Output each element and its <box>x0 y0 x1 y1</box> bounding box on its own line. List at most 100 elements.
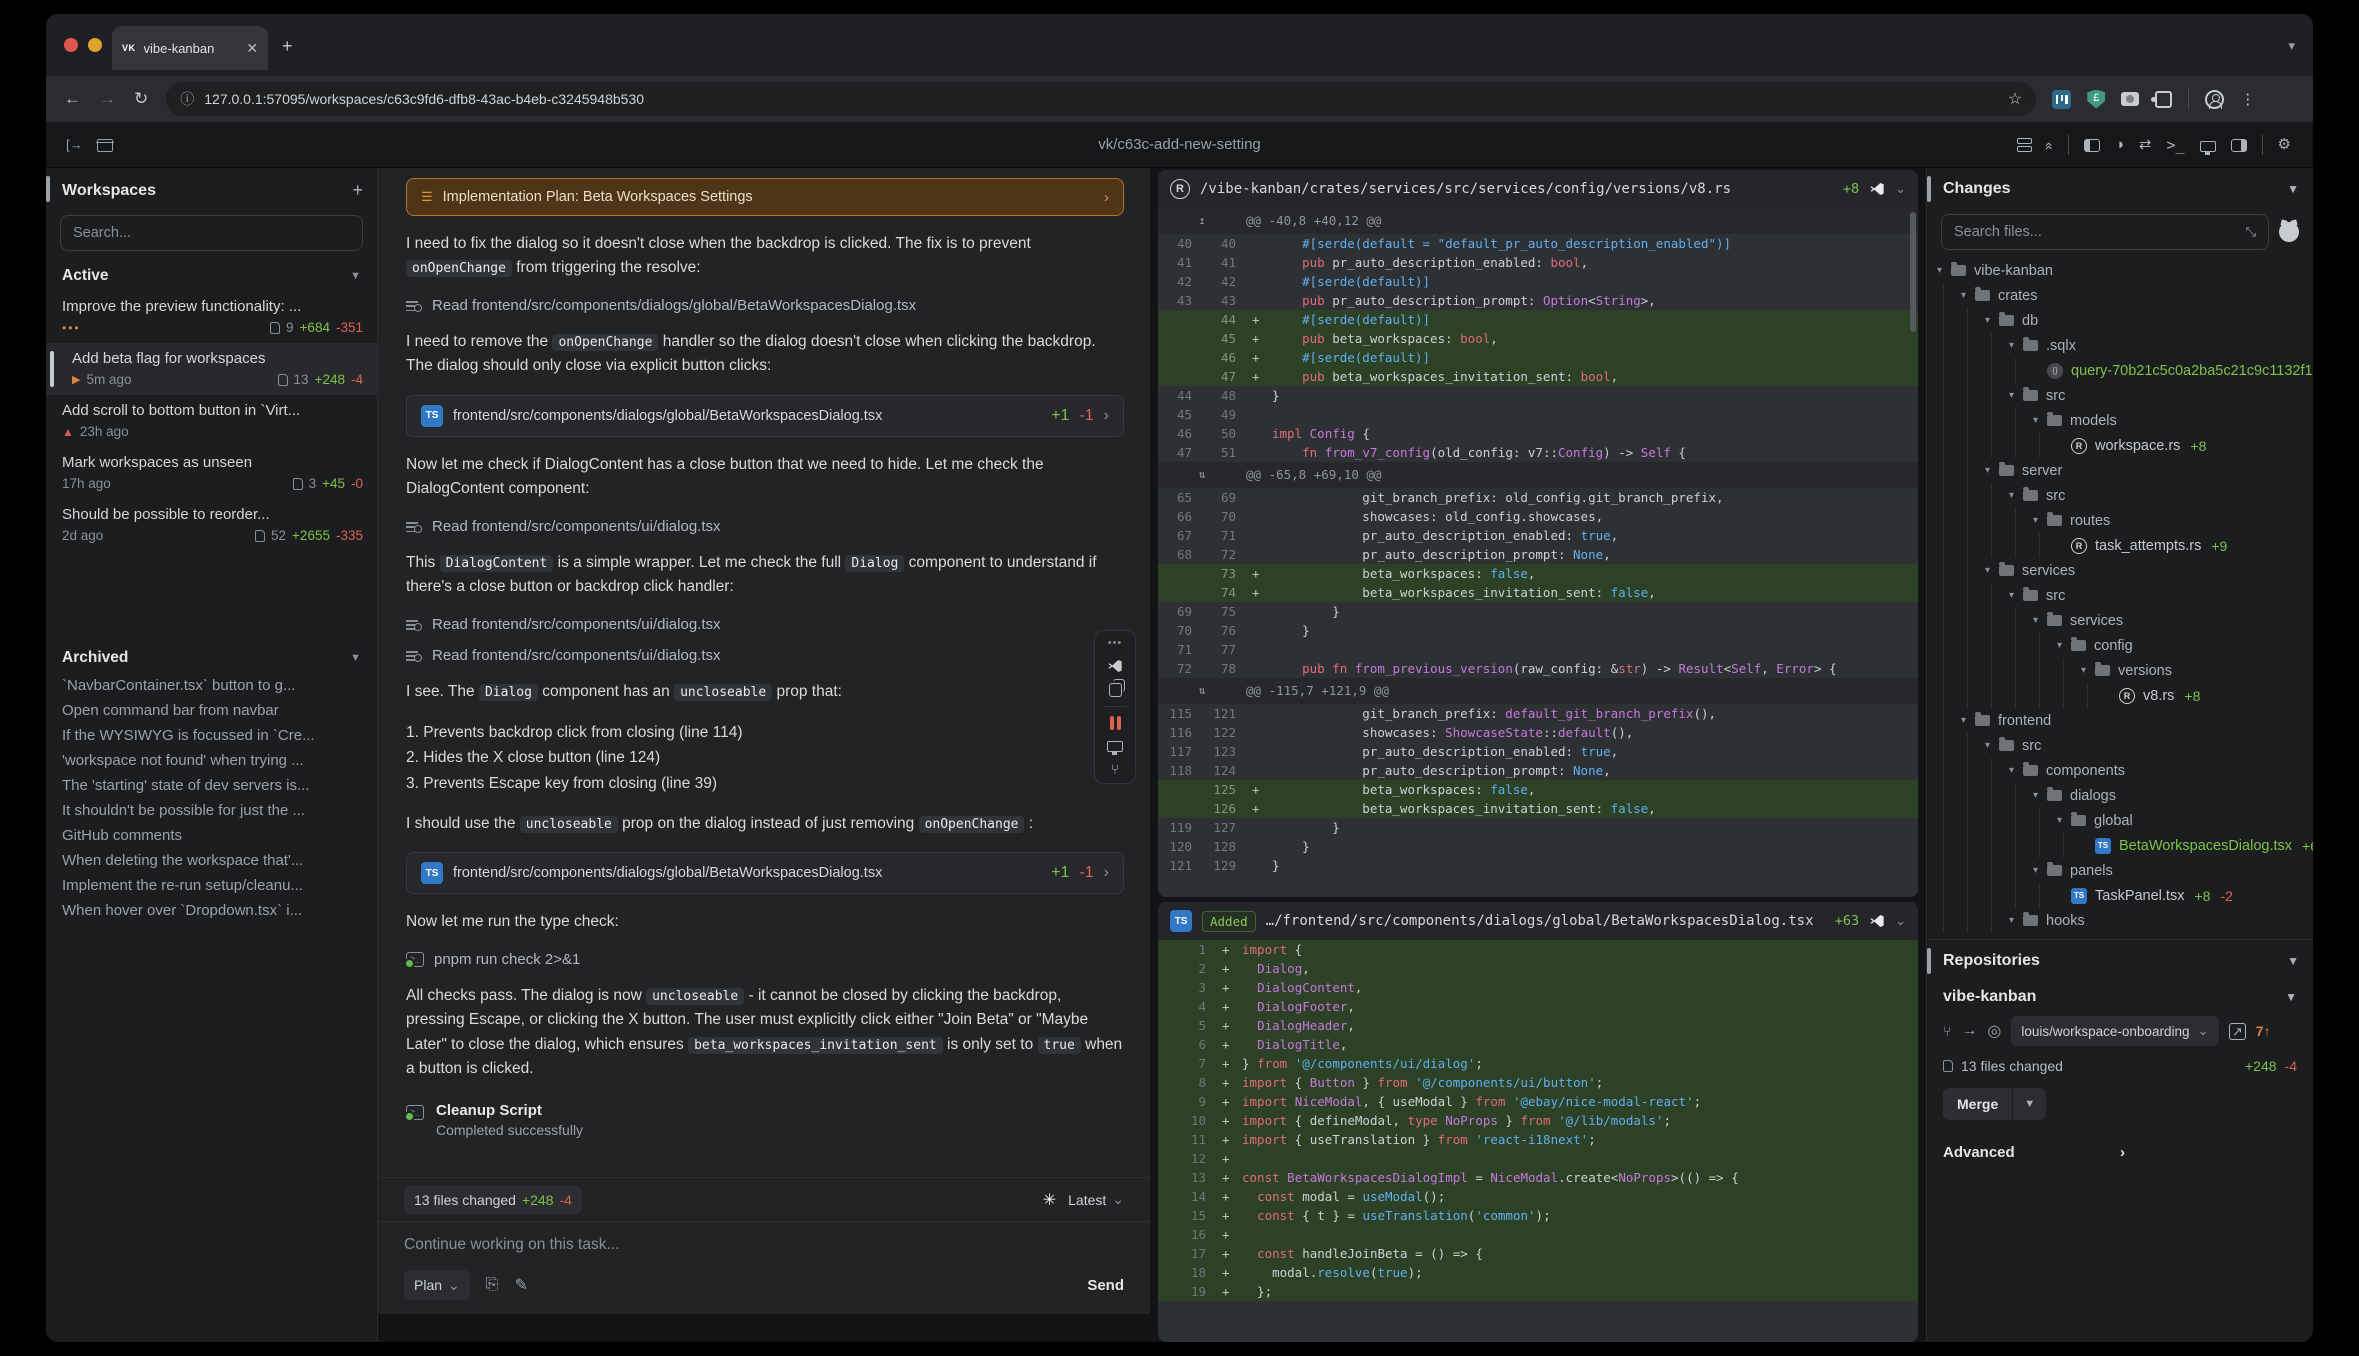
monitor-icon[interactable] <box>1107 741 1123 755</box>
forward-icon[interactable]: → <box>99 89 116 109</box>
archived-workspace-item[interactable]: The 'starting' state of dev servers is..… <box>46 773 377 798</box>
extensions-puzzle-icon[interactable] <box>2151 90 2173 108</box>
tree-folder-row[interactable]: ▾ global <box>1927 808 2313 833</box>
tree-folder-row[interactable]: ▾ models <box>1927 408 2313 433</box>
active-section-header[interactable]: Active ▼ <box>46 261 377 291</box>
left-panel-toggle-icon[interactable] <box>2083 138 2100 152</box>
tree-folder-row[interactable]: ▾ panels <box>1927 858 2313 883</box>
bookmark-star-icon[interactable]: ☆ <box>2008 89 2022 109</box>
edited-file-chip[interactable]: TS frontend/src/components/dialogs/global… <box>406 394 1124 437</box>
swap-panels-icon[interactable]: ⇄ <box>2139 134 2152 156</box>
tree-folder-row[interactable]: ▾ server <box>1927 458 2313 483</box>
workspace-list-item[interactable]: Improve the preview functionality: ... ••… <box>46 291 377 343</box>
shield-extension-icon[interactable]: £ <box>2087 89 2106 109</box>
chevron-down-icon[interactable]: ▼ <box>2287 954 2299 968</box>
tree-folder-row[interactable]: ▾ src <box>1927 583 2313 608</box>
theme-icon[interactable]: ◑ <box>2115 134 2124 156</box>
url-bar[interactable]: ⓘ 127.0.0.1:57095/workspaces/c63c9fd6-df… <box>166 82 2037 116</box>
open-external-icon[interactable]: ↗ <box>2228 1022 2246 1040</box>
profile-avatar-icon[interactable] <box>2205 89 2225 109</box>
mode-dropdown[interactable]: Plan ⌄ <box>404 1270 470 1300</box>
vscode-icon[interactable] <box>1107 658 1123 674</box>
tree-folder-row[interactable]: ▾ routes <box>1927 508 2313 533</box>
files-changed-chip[interactable]: 13 files changed +248 -4 <box>404 1185 582 1214</box>
branch-dropdown[interactable]: louis/workspace-onboarding ⌄ <box>2011 1016 2219 1046</box>
archived-workspace-item[interactable]: `NavbarContainer.tsx` button to g... <box>46 673 377 698</box>
tree-folder-row[interactable]: ▾ .sqlx <box>1927 333 2313 358</box>
tree-folder-row[interactable]: ▾ db <box>1927 308 2313 333</box>
tool-call-row[interactable]: >_ pnpm run check 2>&1 <box>404 951 1124 969</box>
workspace-list-item[interactable]: Add beta flag for workspaces ▶ 5m ago 13 +24… <box>46 343 377 395</box>
settings-gear-icon[interactable]: ⚙ <box>2278 134 2291 156</box>
collapse-chevron-icon[interactable]: ⌄ <box>1895 913 1906 929</box>
message-input[interactable]: Continue working on this task... <box>378 1221 1150 1258</box>
workspace-list-item[interactable]: Should be possible to reorder... 2d ago 52… <box>46 499 377 551</box>
diff-header[interactable]: TS Added …/frontend/src/components/dialo… <box>1158 902 1918 940</box>
spark-icon[interactable]: ✳ <box>1043 1190 1056 1210</box>
tree-folder-row[interactable]: ▾ src <box>1927 383 2313 408</box>
archived-section-header[interactable]: Archived ▼ <box>46 643 377 673</box>
open-in-vscode-icon[interactable] <box>1869 913 1885 929</box>
browser-menu-icon[interactable]: ⋮ <box>2240 90 2256 108</box>
target-icon[interactable]: ◎ <box>1987 1021 2001 1041</box>
tool-call-row[interactable]: Read frontend/src/components/ui/dialog.t… <box>406 616 1124 633</box>
tab-close-icon[interactable]: ✕ <box>246 40 258 57</box>
tree-folder-row[interactable]: ▾ versions <box>1927 658 2313 683</box>
tree-file-row[interactable]: TS TaskPanel.tsx +8 -2 <box>1927 883 2313 908</box>
right-panel-toggle-icon[interactable] <box>2230 138 2247 152</box>
archived-workspace-item[interactable]: Implement the re-run setup/cleanu... <box>46 873 377 898</box>
archived-workspace-item[interactable]: It shouldn't be possible for just the ..… <box>46 798 377 823</box>
archived-workspace-item[interactable]: If the WYSIWYG is focussed in `Cre... <box>46 723 377 748</box>
tree-folder-row[interactable]: ▾ src <box>1927 733 2313 758</box>
tool-call-row[interactable]: Read frontend/src/components/dialogs/glo… <box>406 297 1124 314</box>
archived-workspace-item[interactable]: 'workspace not found' when trying ... <box>46 748 377 773</box>
workspace-list-item[interactable]: Mark workspaces as unseen 17h ago 3 +45 -0 <box>46 447 377 499</box>
terminal-icon[interactable]: >_ <box>2166 134 2184 156</box>
hunk-header-row[interactable]: ⇅ @@ -65,8 +69,10 @@ <box>1158 462 1918 488</box>
workspace-search-input[interactable]: Search... <box>60 215 363 251</box>
screenshot-extension-icon[interactable] <box>2121 92 2140 106</box>
tree-folder-row[interactable]: ▾ src <box>1927 483 2313 508</box>
github-icon[interactable] <box>2279 222 2299 242</box>
tool-call-row[interactable]: Read frontend/src/components/ui/dialog.t… <box>406 647 1124 664</box>
kanban-extension-icon[interactable] <box>2052 89 2072 109</box>
conversation-scroll[interactable]: ☰ Implementation Plan: Beta Workspaces Se… <box>378 168 1150 1177</box>
tree-file-row[interactable]: Rworkspace.rs +8 <box>1927 433 2313 458</box>
tree-folder-row[interactable]: ▾ config <box>1927 633 2313 658</box>
workspace-list-item[interactable]: Add scroll to bottom button in `Virt... ▲… <box>46 395 377 447</box>
tree-file-row[interactable]: TS BetaWorkspacesDialog.tsx +63 <box>1927 833 2313 858</box>
git-compare-icon[interactable]: ⑂ <box>1111 761 1119 777</box>
tab-list-chevron-icon[interactable]: ▾ <box>2288 38 2295 54</box>
attach-paperclip-icon[interactable]: ⎘ <box>486 1276 499 1294</box>
browser-tab[interactable]: VK vibe-kanban ✕ <box>112 26 268 70</box>
merge-button[interactable]: Merge <box>1943 1088 2013 1120</box>
archived-workspace-item[interactable]: Open command bar from navbar <box>46 698 377 723</box>
edited-file-chip[interactable]: TS frontend/src/components/dialogs/global… <box>406 852 1124 895</box>
advanced-section[interactable]: Advanced › <box>1927 1130 2313 1175</box>
minimize-window-button[interactable] <box>88 38 102 52</box>
collapse-chevron-icon[interactable]: ⌄ <box>1895 181 1906 197</box>
reload-icon[interactable]: ↻ <box>134 89 148 109</box>
tree-folder-row[interactable]: ▾ crates <box>1927 283 2313 308</box>
tree-folder-row[interactable]: ▾ dialogs <box>1927 783 2313 808</box>
back-icon[interactable]: ← <box>64 89 81 109</box>
latest-dropdown[interactable]: Latest ⌄ <box>1068 1191 1124 1208</box>
tree-folder-row[interactable]: ▾ services <box>1927 608 2313 633</box>
expand-hunk-icon[interactable]: ⇅ <box>1158 462 1246 488</box>
tree-folder-row[interactable]: ▾ vibe-kanban <box>1927 258 2313 283</box>
stack-layout-icon[interactable] <box>2017 136 2033 154</box>
more-options-icon[interactable]: ••• <box>1108 637 1123 649</box>
collapse-all-icon[interactable]: « <box>2042 142 2058 148</box>
pause-icon[interactable] <box>1109 716 1121 730</box>
archived-workspace-item[interactable]: When deleting the workspace that'... <box>46 848 377 873</box>
diff-header[interactable]: R /vibe-kanban/crates/services/src/servi… <box>1158 170 1918 208</box>
chevron-down-icon[interactable]: ▼ <box>2285 990 2297 1004</box>
hunk-header-row[interactable]: ⇅ @@ -115,7 +121,9 @@ <box>1158 678 1918 704</box>
expand-hunk-icon[interactable]: ⇅ <box>1158 678 1246 704</box>
edit-pen-icon[interactable]: ✎ <box>515 1275 528 1295</box>
new-tab-button[interactable]: + <box>282 36 293 57</box>
collapse-tree-icon[interactable]: ⤡ <box>2246 224 2256 240</box>
expand-hunk-icon[interactable]: ↥ <box>1158 208 1246 234</box>
tree-file-row[interactable]: {} query-70b21c5c0a2ba5c21c9c1132f14a68 <box>1927 358 2313 383</box>
merge-dropdown-chevron[interactable]: ▼ <box>2012 1088 2047 1120</box>
